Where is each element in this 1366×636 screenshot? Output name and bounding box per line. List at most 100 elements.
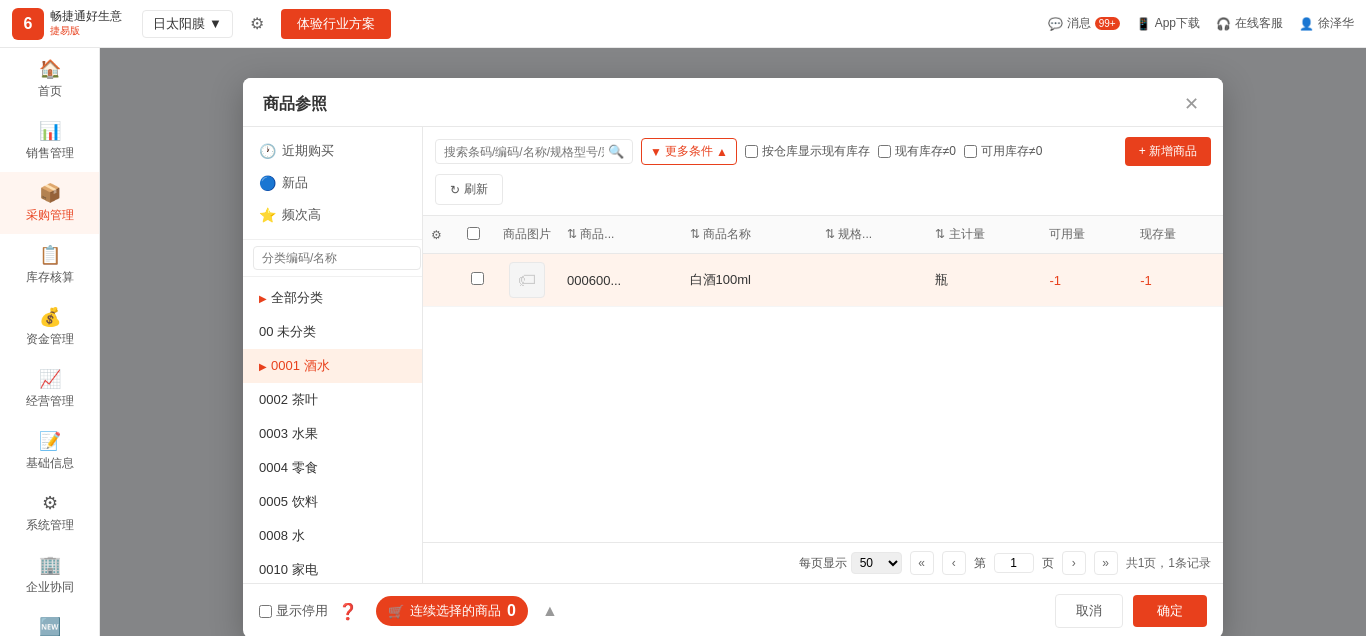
frequent-tab[interactable]: ⭐ 频次高 [243,199,422,231]
sidebar-item-sales[interactable]: 📊销售管理 [0,110,99,172]
category-item-0010[interactable]: 0010 家电 [243,553,422,583]
top-nav: 6 畅捷通好生意 捷易版 日太阳膜 ▼ ⚙ 体验行业方案 💬 消息 99+ 📱 … [0,0,1366,48]
cancel-button[interactable]: 取消 [1055,594,1123,628]
store-selector[interactable]: 日太阳膜 ▼ [142,10,233,38]
logo-icon: 6 [12,8,44,40]
show-disabled-checkbox[interactable]: 显示停用 [259,602,328,620]
category-search-area: 🔍 « [243,240,422,277]
category-item-0004[interactable]: 0004 零食 [243,451,422,485]
star-icon: ⭐ [259,207,276,223]
message-badge: 99+ [1095,17,1120,30]
category-panel: 🕐 近期购买 🔵 新品 ⭐ 频次高 [243,127,423,583]
warehouse-filter-checkbox[interactable]: 按仓库显示现有库存 [745,143,870,160]
modal-close-button[interactable]: ✕ [1179,92,1203,116]
logo-area: 6 畅捷通好生意 捷易版 [12,8,132,40]
prev-page-button[interactable]: ‹ [942,551,966,575]
sidebar-item-enterprise[interactable]: 🏢企业协同 [0,544,99,606]
row-checkbox[interactable] [471,272,484,285]
next-page-button[interactable]: › [1062,551,1086,575]
finance-icon: 💰 [39,306,61,328]
category-item-0003[interactable]: 0003 水果 [243,417,422,451]
col-checkbox [459,216,495,254]
page-size-select: 每页显示 50 10 20 100 [799,552,902,574]
sidebar-item-finance[interactable]: 💰资金管理 [0,296,99,358]
app-download-nav-item[interactable]: 📱 App下载 [1136,15,1200,32]
help-icon[interactable]: ❓ [338,602,358,621]
category-item-0001[interactable]: ▶ 0001 酒水 [243,349,422,383]
page-number-input[interactable] [994,553,1034,573]
avail-ne0-filter-checkbox[interactable]: 可用库存≠0 [964,143,1042,160]
settings-icon[interactable]: ⚙ [243,10,271,38]
business-icon: 📈 [39,368,61,390]
page-size-dropdown[interactable]: 50 10 20 100 [851,552,902,574]
col-image[interactable]: 商品图片 [495,216,559,254]
add-product-button[interactable]: + 新增商品 [1125,137,1211,166]
arrow-right-icon: ▶ [259,293,267,304]
recent-tab[interactable]: 🕐 近期购买 [243,135,422,167]
cart-collapse-icon[interactable]: ▲ [542,602,558,620]
col-spec[interactable]: ⇅ 规格... [817,216,928,254]
sidebar-item-home[interactable]: 🏠首页 [0,48,99,110]
category-search-input[interactable] [253,246,421,270]
col-settings[interactable]: ⚙ [423,216,459,254]
new-icon: 🔵 [259,175,276,191]
mobile-icon: 📱 [1136,17,1151,31]
filter-collapse-icon: ▲ [716,145,728,159]
category-item-0008[interactable]: 0008 水 [243,519,422,553]
sidebar-item-business[interactable]: 📈经营管理 [0,358,99,420]
category-item-00[interactable]: 00 未分类 [243,315,422,349]
sidebar-item-system[interactable]: ⚙系统管理 [0,482,99,544]
user-avatar-item[interactable]: 👤 徐泽华 [1299,15,1354,32]
col-code[interactable]: ⇅ 商品... [559,216,682,254]
experience-button[interactable]: 体验行业方案 [281,9,391,39]
sidebar-item-purchase[interactable]: 📦采购管理 [0,172,99,234]
sidebar-item-guide[interactable]: 🆕新手引导 [0,606,99,636]
nav-right: 💬 消息 99+ 📱 App下载 🎧 在线客服 👤 徐泽华 [1048,15,1354,32]
continuous-select-cart[interactable]: 🛒 连续选择的商品 0 [376,596,528,626]
product-table: ⚙ 商品图片 ⇅ 商品... [423,216,1223,307]
chevron-down-icon: ▼ [209,16,222,31]
content-area: 商品参照 ✕ 🕐 近期购买 🔵 [100,48,1366,636]
home-icon: 🏠 [39,58,61,80]
sidebar-item-basic[interactable]: 📝基础信息 [0,420,99,482]
product-reference-modal: 商品参照 ✕ 🕐 近期购买 🔵 [243,78,1223,636]
total-info: 共1页，1条记录 [1126,555,1211,572]
arrow-right-active-icon: ▶ [259,361,267,372]
row-unit: 瓶 [927,254,1041,307]
category-tabs: 🕐 近期购买 🔵 新品 ⭐ 频次高 [243,127,422,240]
category-item-0005[interactable]: 0005 饮料 [243,485,422,519]
avatar-icon: 👤 [1299,17,1314,31]
message-nav-item[interactable]: 💬 消息 99+ [1048,15,1120,32]
select-all-checkbox[interactable] [467,227,480,240]
row-code: 000600... [559,254,682,307]
more-filter-button[interactable]: ▼ 更多条件 ▲ [641,138,737,165]
col-name[interactable]: ⇅ 商品名称 [682,216,817,254]
row-spec [817,254,928,307]
product-image-placeholder: 🏷 [509,262,545,298]
product-toolbar: 🔍 ▼ 更多条件 ▲ 按仓库显示现有库存 [423,127,1223,216]
row-checkbox-cell[interactable] [459,254,495,307]
system-icon: ⚙ [42,492,58,514]
new-tab[interactable]: 🔵 新品 [243,167,422,199]
refresh-button[interactable]: ↻ 刷新 [435,174,503,205]
product-search-input[interactable] [444,145,604,159]
category-item-0002[interactable]: 0002 茶叶 [243,383,422,417]
modal-body: 🕐 近期购买 🔵 新品 ⭐ 频次高 [243,127,1223,583]
last-page-button[interactable]: » [1094,551,1118,575]
sales-icon: 📊 [39,120,61,142]
first-page-button[interactable]: « [910,551,934,575]
stock-ne0-filter-checkbox[interactable]: 现有库存≠0 [878,143,956,160]
table-row[interactable]: 🏷 000600... 白酒100ml [423,254,1223,307]
category-item-all[interactable]: ▶ 全部分类 [243,281,422,315]
col-stock: 现存量 [1132,216,1223,254]
sidebar-item-inventory[interactable]: 📋库存核算 [0,234,99,296]
product-search-box: 🔍 [435,139,633,164]
search-icon[interactable]: 🔍 [608,144,624,159]
sidebar: 🏠首页📊销售管理📦采购管理📋库存核算💰资金管理📈经营管理📝基础信息⚙系统管理🏢企… [0,48,100,636]
col-unit[interactable]: ⇅ 主计量 [927,216,1041,254]
confirm-button[interactable]: 确定 [1133,595,1207,627]
filter-icon: ▼ [650,145,662,159]
purchase-icon: 📦 [39,182,61,204]
product-table-wrap: ⚙ 商品图片 ⇅ 商品... [423,216,1223,542]
online-service-nav-item[interactable]: 🎧 在线客服 [1216,15,1283,32]
